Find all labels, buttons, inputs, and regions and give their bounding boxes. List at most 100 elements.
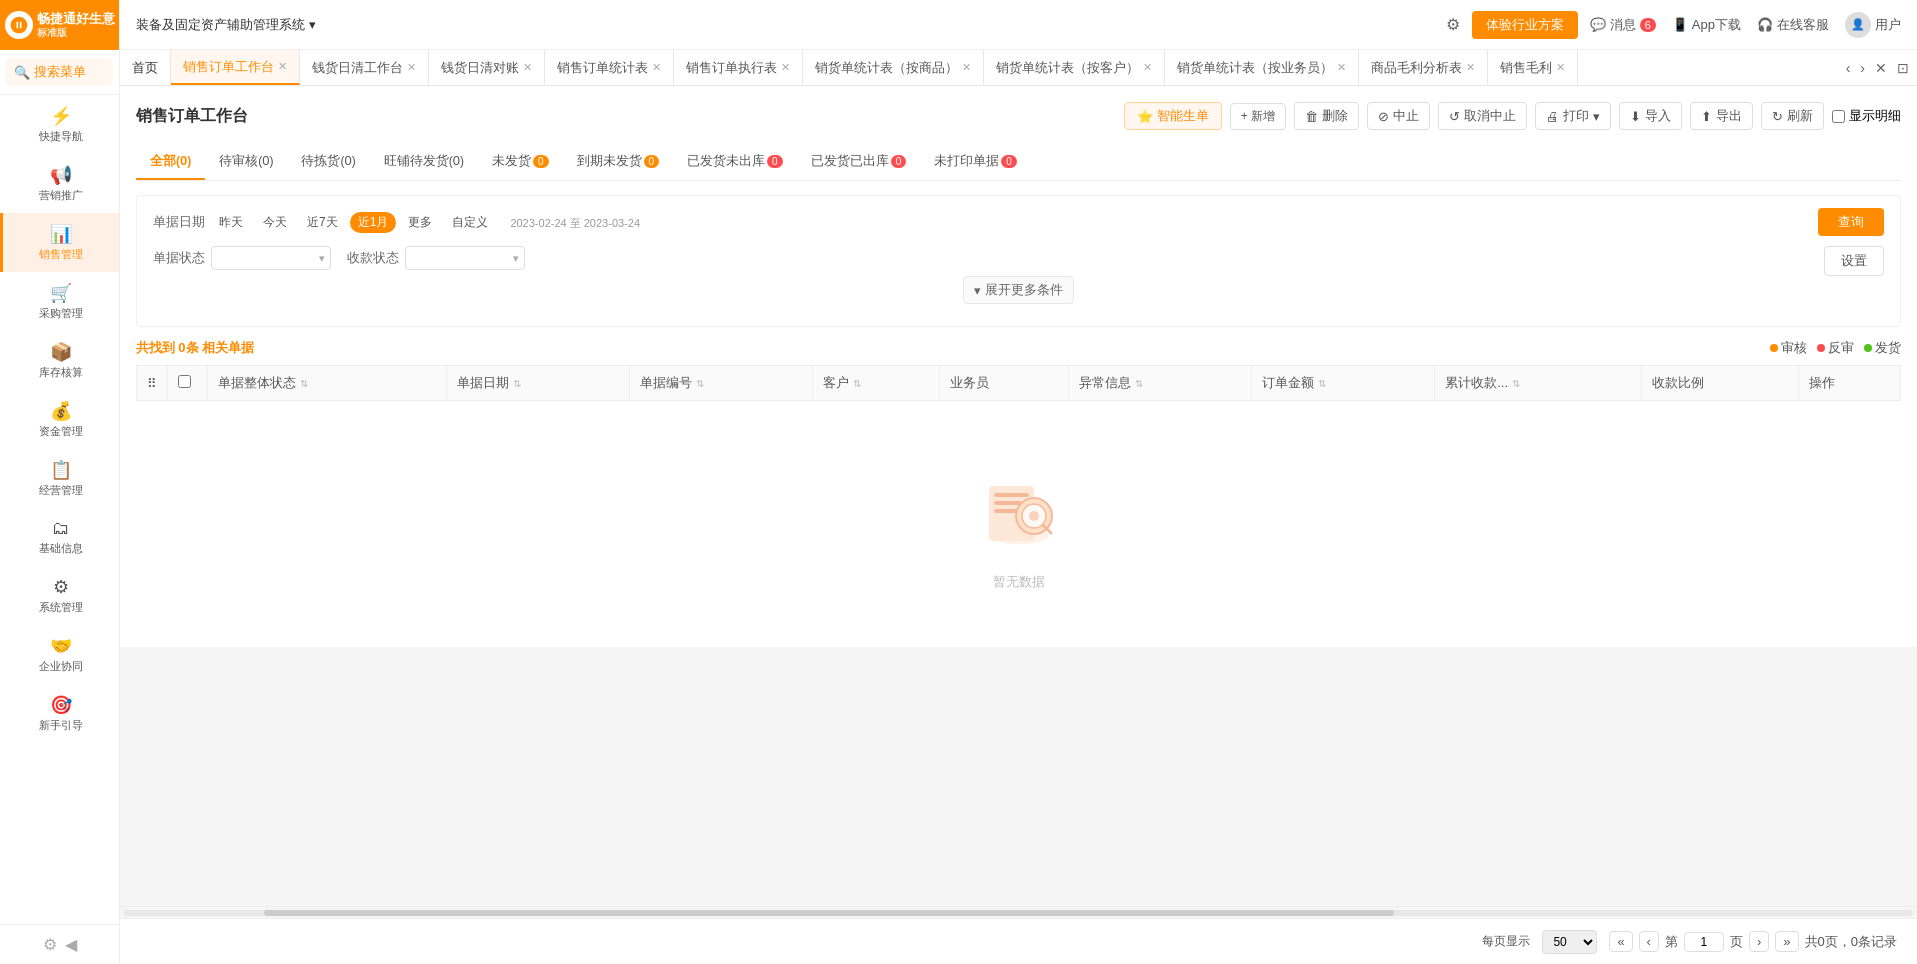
sub-tab-shipped-out[interactable]: 已发货已出库0 — [797, 144, 921, 180]
anti-review-btn[interactable]: 反审 — [1817, 339, 1854, 357]
sidebar-item-finance[interactable]: 💰 资金管理 — [0, 390, 119, 449]
date-opt-yesterday[interactable]: 昨天 — [211, 212, 251, 233]
search-menu-button[interactable]: 🔍 搜索菜单 — [6, 58, 113, 86]
sidebar-settings-button[interactable]: ⚙ — [43, 935, 57, 954]
tab-sales-profit[interactable]: 销售毛利 ✕ — [1488, 50, 1578, 85]
col-salesman[interactable]: 业务员 — [939, 366, 1069, 401]
online-service-button[interactable]: 🎧 在线客服 — [1757, 16, 1829, 34]
tab-sales-exec[interactable]: 销售订单执行表 ✕ — [674, 50, 803, 85]
status-select[interactable] — [211, 246, 331, 270]
first-page-button[interactable]: « — [1609, 931, 1632, 952]
col-date[interactable]: 单据日期 ⇅ — [447, 366, 630, 401]
last-page-button[interactable]: » — [1775, 931, 1798, 952]
set-button[interactable]: 设置 — [1824, 246, 1884, 276]
system-title-dropdown[interactable]: 装备及固定资产辅助管理系统 ▾ — [136, 16, 316, 34]
tab-close-sales-exec[interactable]: ✕ — [781, 61, 790, 74]
show-detail-checkbox[interactable] — [1832, 110, 1845, 123]
tab-prev-button[interactable]: ‹ — [1842, 58, 1855, 78]
col-collected[interactable]: 累计收款... ⇅ — [1435, 366, 1641, 401]
sidebar-item-cooperation[interactable]: 🤝 企业协同 — [0, 625, 119, 684]
tab-close-sales-stats-product[interactable]: ✕ — [962, 61, 971, 74]
page-number-input[interactable] — [1684, 932, 1724, 952]
col-checkbox[interactable] — [168, 366, 208, 401]
tab-close-sales-profit[interactable]: ✕ — [1556, 61, 1565, 74]
print-button[interactable]: 🖨 打印 ▾ — [1535, 102, 1611, 130]
date-opt-1month[interactable]: 近1月 — [350, 212, 397, 233]
select-all-checkbox[interactable] — [178, 375, 191, 388]
solution-button[interactable]: 体验行业方案 — [1472, 11, 1578, 39]
export-button[interactable]: ⬆ 导出 — [1690, 102, 1753, 130]
smart-generate-button[interactable]: ⭐ 智能生单 — [1124, 102, 1222, 130]
cancel-stop-button[interactable]: ↺ 取消中止 — [1438, 102, 1527, 130]
sidebar-item-operation[interactable]: 📋 经营管理 — [0, 449, 119, 508]
sub-tab-shipped-not-out[interactable]: 已发货未出库0 — [673, 144, 797, 180]
col-number[interactable]: 单据编号 ⇅ — [630, 366, 813, 401]
sidebar-item-guide[interactable]: 🎯 新手引导 — [0, 684, 119, 743]
expand-more-button[interactable]: ▾ 展开更多条件 — [963, 276, 1074, 304]
col-amount[interactable]: 订单金额 ⇅ — [1252, 366, 1435, 401]
col-abnormal[interactable]: 异常信息 ⇅ — [1069, 366, 1252, 401]
payment-select[interactable] — [405, 246, 525, 270]
date-opt-7days[interactable]: 近7天 — [299, 212, 346, 233]
date-opt-more[interactable]: 更多 — [400, 212, 440, 233]
horizontal-scroll-bar[interactable] — [120, 906, 1917, 918]
sidebar-item-quick-nav[interactable]: ⚡ 快捷导航 — [0, 95, 119, 154]
tab-close-all-button[interactable]: ✕ — [1871, 58, 1891, 78]
sub-tab-pending-review[interactable]: 待审核(0) — [205, 144, 287, 180]
prev-page-button[interactable]: ‹ — [1639, 931, 1659, 952]
show-detail-checkbox-label[interactable]: 显示明细 — [1832, 107, 1901, 125]
sidebar-item-basic[interactable]: 🗂 基础信息 — [0, 508, 119, 566]
sub-tab-wangpu[interactable]: 旺铺待发货(0) — [370, 144, 478, 180]
tab-sales-stats-customer[interactable]: 销货单统计表（按客户） ✕ — [984, 50, 1165, 85]
scroll-thumb[interactable] — [264, 910, 1394, 916]
sidebar-item-purchase[interactable]: 🛒 采购管理 — [0, 272, 119, 331]
sidebar-item-inventory[interactable]: 📦 库存核算 — [0, 331, 119, 390]
tab-maximize-button[interactable]: ⊡ — [1893, 58, 1913, 78]
message-button[interactable]: 💬 消息 6 — [1590, 16, 1656, 34]
tab-home[interactable]: 首页 — [120, 50, 171, 85]
tab-cash-reconcile[interactable]: 钱货日清对账 ✕ — [429, 50, 545, 85]
import-button[interactable]: ⬇ 导入 — [1619, 102, 1682, 130]
sidebar-item-system[interactable]: ⚙ 系统管理 — [0, 566, 119, 625]
review-btn[interactable]: 审核 — [1770, 339, 1807, 357]
col-customer[interactable]: 客户 ⇅ — [812, 366, 939, 401]
tab-close-cash-daily[interactable]: ✕ — [407, 61, 416, 74]
sub-tab-not-printed[interactable]: 未打印单据0 — [920, 144, 1031, 180]
date-opt-custom[interactable]: 自定义 — [444, 212, 496, 233]
sidebar-item-marketing[interactable]: 📢 营销推广 — [0, 154, 119, 213]
tab-sales-stats-product[interactable]: 销货单统计表（按商品） ✕ — [803, 50, 984, 85]
add-button[interactable]: + 新增 — [1230, 103, 1286, 130]
page-actions: ⭐ 智能生单 + 新增 🗑 删除 ⊘ 中止 ↺ 取消中止 — [1124, 102, 1901, 130]
tab-close-sales-stats[interactable]: ✕ — [652, 61, 661, 74]
tab-close-sales-stats-staff[interactable]: ✕ — [1337, 61, 1346, 74]
sub-tab-expired[interactable]: 到期未发货0 — [563, 144, 674, 180]
sub-tab-not-shipped[interactable]: 未发货0 — [478, 144, 563, 180]
tab-close-sales-stats-customer[interactable]: ✕ — [1143, 61, 1152, 74]
sub-tab-all[interactable]: 全部(0) — [136, 144, 205, 180]
delete-button[interactable]: 🗑 删除 — [1294, 102, 1359, 130]
next-page-button[interactable]: › — [1749, 931, 1769, 952]
tab-sales-workbench[interactable]: 销售订单工作台 ✕ — [171, 50, 300, 85]
tab-close-cash-reconcile[interactable]: ✕ — [523, 61, 532, 74]
tab-close-gross-margin[interactable]: ✕ — [1466, 61, 1475, 74]
user-menu[interactable]: 👤 用户 — [1845, 12, 1901, 38]
sidebar-item-sales[interactable]: 📊 销售管理 — [0, 213, 119, 272]
date-opt-today[interactable]: 今天 — [255, 212, 295, 233]
ship-btn[interactable]: 发货 — [1864, 339, 1901, 357]
tab-cash-daily[interactable]: 钱货日清工作台 ✕ — [300, 50, 429, 85]
tab-next-button[interactable]: › — [1856, 58, 1869, 78]
tab-sales-stats[interactable]: 销售订单统计表 ✕ — [545, 50, 674, 85]
tab-gross-margin[interactable]: 商品毛利分析表 ✕ — [1359, 50, 1488, 85]
query-button[interactable]: 查询 — [1818, 208, 1884, 236]
tab-close-sales-workbench[interactable]: ✕ — [278, 60, 287, 73]
page-size-select[interactable]: 10 20 50 100 — [1542, 930, 1597, 954]
col-status[interactable]: 单据整体状态 ⇅ — [208, 366, 447, 401]
refresh-button[interactable]: ↻ 刷新 — [1761, 102, 1824, 130]
sub-tab-pending-inspect[interactable]: 待拣货(0) — [287, 144, 369, 180]
app-download-button[interactable]: 📱 App下载 — [1672, 16, 1741, 34]
sidebar-collapse-button[interactable]: ◀ — [65, 935, 77, 954]
col-ratio[interactable]: 收款比例 — [1641, 366, 1799, 401]
header-settings-button[interactable]: ⚙ — [1446, 15, 1460, 34]
tab-sales-stats-staff[interactable]: 销货单统计表（按业务员） ✕ — [1165, 50, 1359, 85]
stop-button[interactable]: ⊘ 中止 — [1367, 102, 1430, 130]
